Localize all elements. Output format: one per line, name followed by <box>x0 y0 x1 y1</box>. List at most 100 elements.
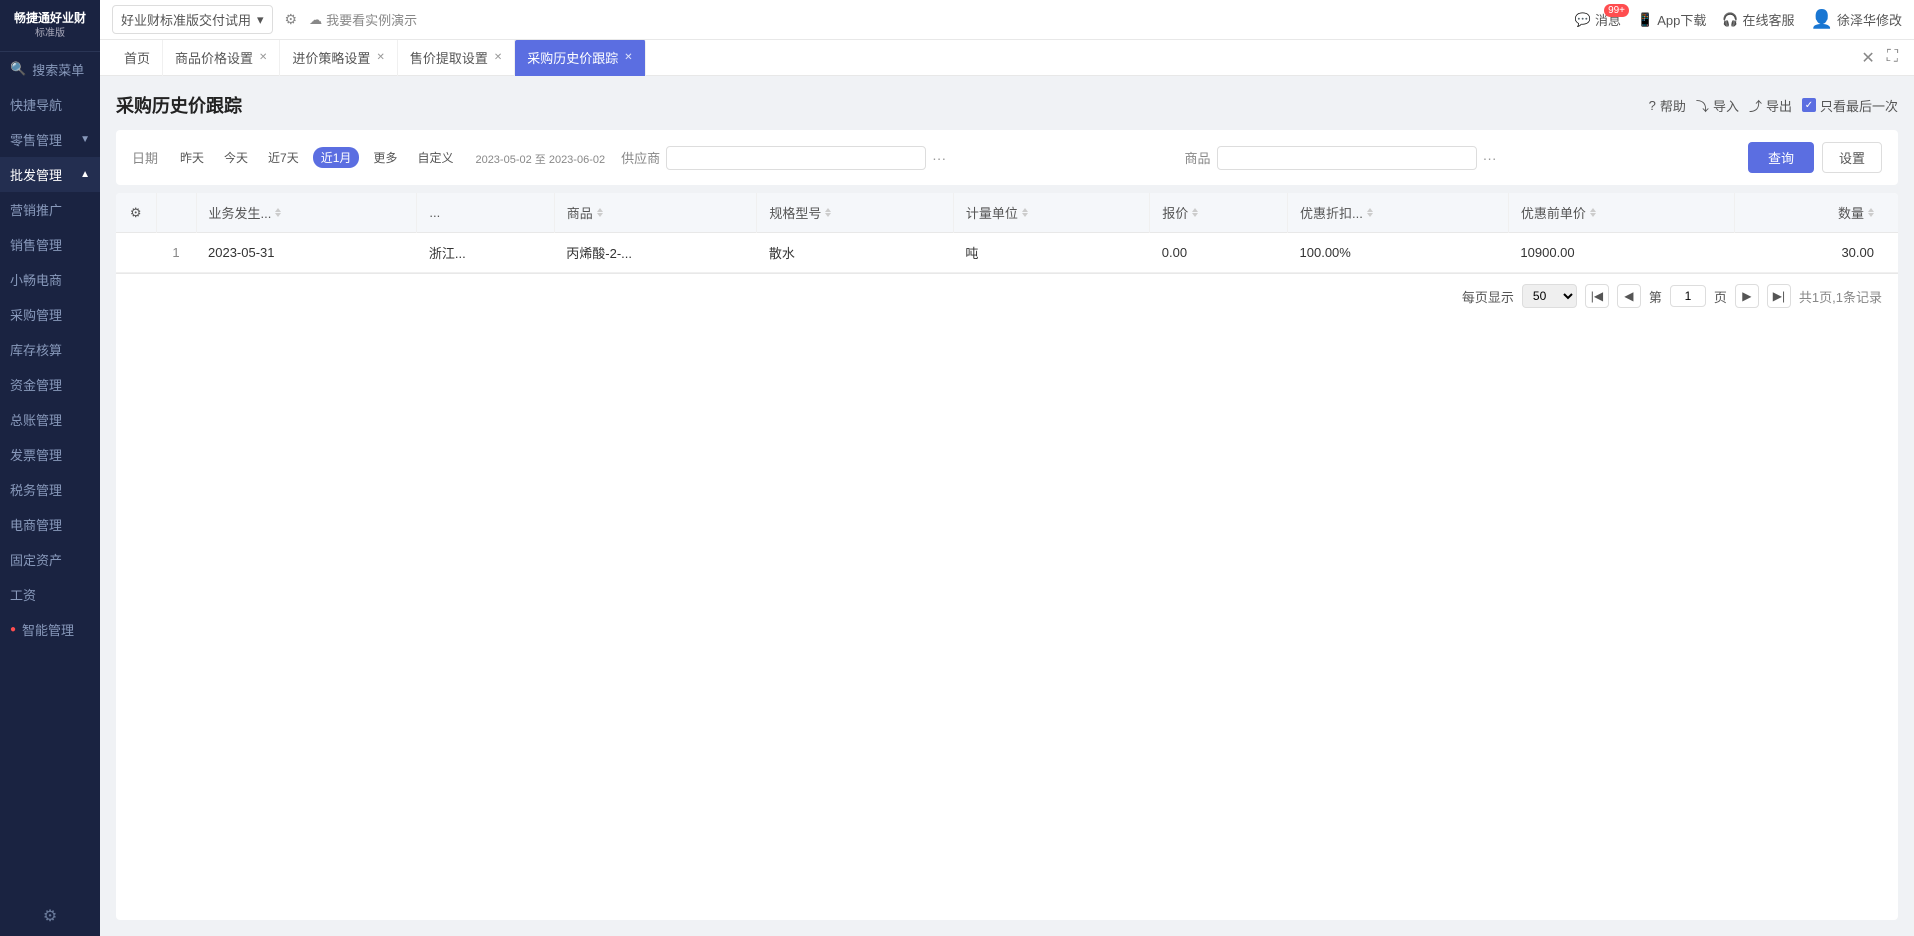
mobile-icon: 📱 <box>1637 12 1653 28</box>
settings-filter-button[interactable]: 设置 <box>1822 142 1882 173</box>
edition-label: 好业财标准版交付试用 <box>121 10 251 29</box>
date-options: 昨天 今天 近7天 近1月 更多 自定义 <box>174 147 459 168</box>
gear-icon[interactable]: ⚙ <box>130 205 142 220</box>
page-first-button[interactable]: |◀ <box>1585 284 1609 308</box>
per-page-label: 每页显示 <box>1462 287 1514 306</box>
tab-history-price[interactable]: 采购历史价跟踪 ✕ <box>515 40 645 76</box>
maximize-tab-button[interactable]: ⛶ <box>1883 44 1902 72</box>
settings-icon[interactable]: ⚙ <box>43 906 57 926</box>
pagination-bar: 每页显示 50 10 20 100 |◀ ◀ 第 页 ▶ ▶| 共1页,1条记录 <box>116 273 1898 318</box>
tabbar: 首页 商品价格设置 ✕ 进价策略设置 ✕ 售价提取设置 ✕ 采购历史价跟踪 ✕ … <box>100 40 1914 76</box>
sidebar-item-purchase[interactable]: 采购管理 <box>0 297 100 332</box>
col-quote[interactable]: 报价 <box>1150 193 1288 233</box>
app-download-button[interactable]: 📱 App下载 <box>1637 10 1706 29</box>
query-button[interactable]: 查询 <box>1748 142 1814 173</box>
date-opt-more[interactable]: 更多 <box>367 147 403 168</box>
filter-bar: 日期 昨天 今天 近7天 近1月 更多 自定义 2023-05-02 至 202… <box>116 130 1898 185</box>
sidebar-item-sales[interactable]: 销售管理 <box>0 227 100 262</box>
supplier-input[interactable] <box>666 146 926 170</box>
tabbar-actions: ✕ ⛶ <box>1857 44 1902 72</box>
table-header-row: ⚙ 业务发生... ... <box>116 193 1898 233</box>
tab-price[interactable]: 商品价格设置 ✕ <box>163 40 280 76</box>
sidebar-item-wholesale[interactable]: 批发管理 ▲ <box>0 157 100 192</box>
search-menu-button[interactable]: 🔍 搜索菜单 <box>0 52 100 87</box>
sidebar-item-inventory[interactable]: 库存核算 <box>0 332 100 367</box>
sidebar-item-ledger[interactable]: 总账管理 <box>0 402 100 437</box>
date-opt-today[interactable]: 今天 <box>218 147 254 168</box>
sort-price-icon <box>1590 208 1596 217</box>
user-label: 徐泽华修改 <box>1837 10 1902 29</box>
dot-icon: ● <box>10 624 16 635</box>
tab-close-price[interactable]: ✕ <box>259 52 267 63</box>
edition-selector[interactable]: 好业财标准版交付试用 ▾ <box>112 5 273 34</box>
product-label: 商品 <box>1185 148 1211 167</box>
sidebar-item-marketing[interactable]: 营销推广 <box>0 192 100 227</box>
col-qty[interactable]: 数量 <box>1734 193 1898 233</box>
sidebar-item-assets[interactable]: 固定资产 <box>0 542 100 577</box>
row-no: 1 <box>156 233 196 273</box>
product-input[interactable] <box>1217 146 1477 170</box>
demo-button[interactable]: ☁ 我要看实例演示 <box>309 10 417 29</box>
only-last-checkbox-label[interactable]: ✓ 只看最后一次 <box>1802 96 1898 115</box>
topbar-settings-button[interactable]: ⚙ <box>285 11 298 28</box>
page-number-input[interactable] <box>1670 285 1706 307</box>
col-product[interactable]: 商品 <box>554 193 757 233</box>
sidebar-item-finance[interactable]: 资金管理 <box>0 367 100 402</box>
per-page-select[interactable]: 50 10 20 100 <box>1522 284 1577 308</box>
message-icon: 💬 <box>1575 12 1591 28</box>
quick-nav-item[interactable]: 快捷导航 <box>0 87 100 122</box>
sort-spec-icon <box>825 208 831 217</box>
user-avatar: 👤 <box>1811 9 1833 30</box>
supplier-filter-field: 供应商 ··· <box>621 146 1168 170</box>
export-button[interactable]: ⤴ 导出 <box>1749 96 1792 115</box>
user-menu-button[interactable]: 👤 徐泽华修改 <box>1811 9 1902 30</box>
sidebar-item-tax[interactable]: 税务管理 <box>0 472 100 507</box>
col-discount[interactable]: 优惠折扣... <box>1288 193 1509 233</box>
product-more-icon[interactable]: ··· <box>1483 150 1497 166</box>
tab-close-purchase-strategy[interactable]: ✕ <box>376 52 384 63</box>
col-more[interactable]: ... <box>417 193 554 233</box>
page-prev-button[interactable]: ◀ <box>1617 284 1641 308</box>
sidebar-item-ecom[interactable]: 电商管理 <box>0 507 100 542</box>
col-date[interactable]: 业务发生... <box>196 193 417 233</box>
page-unit: 页 <box>1714 287 1727 306</box>
date-opt-1month[interactable]: 近1月 <box>313 147 360 168</box>
close-tab-button[interactable]: ✕ <box>1857 44 1878 72</box>
tab-purchase-strategy[interactable]: 进价策略设置 ✕ <box>280 40 397 76</box>
message-button[interactable]: 💬 消息 99+ <box>1575 10 1621 29</box>
topbar-right: 💬 消息 99+ 📱 App下载 🎧 在线客服 👤 徐泽华修改 <box>1575 9 1902 30</box>
col-unit[interactable]: 计量单位 <box>953 193 1149 233</box>
table-body: 1 2023-05-31 浙江... 丙烯酸-2-... 散水 吨 0.00 1… <box>116 233 1898 273</box>
sidebar-item-invoice[interactable]: 发票管理 <box>0 437 100 472</box>
search-icon: 🔍 <box>10 61 26 77</box>
date-opt-custom[interactable]: 自定义 <box>411 147 459 168</box>
date-opt-7days[interactable]: 近7天 <box>262 147 305 168</box>
sidebar-item-retail[interactable]: 零售管理 ▼ <box>0 122 100 157</box>
sidebar-item-ecom-small[interactable]: 小畅电商 <box>0 262 100 297</box>
main-area: 好业财标准版交付试用 ▾ ⚙ ☁ 我要看实例演示 💬 消息 99+ 📱 App下… <box>100 0 1914 936</box>
sidebar-bottom: ⚙ <box>0 896 100 936</box>
filter-actions: 查询 设置 <box>1748 142 1882 173</box>
filter-row-1: 日期 昨天 今天 近7天 近1月 更多 自定义 2023-05-02 至 202… <box>132 142 1882 173</box>
page-next-button[interactable]: ▶ <box>1735 284 1759 308</box>
service-button[interactable]: 🎧 在线客服 <box>1722 10 1794 29</box>
col-price[interactable]: 优惠前单价 <box>1508 193 1734 233</box>
only-last-checkbox[interactable]: ✓ <box>1802 98 1816 112</box>
row-quote: 0.00 <box>1150 233 1288 273</box>
tab-close-history-price[interactable]: ✕ <box>624 52 632 63</box>
sidebar-item-salary[interactable]: 工资 <box>0 577 100 612</box>
help-button[interactable]: ? 帮助 <box>1649 96 1686 115</box>
page-last-button[interactable]: ▶| <box>1767 284 1791 308</box>
import-button[interactable]: ⤵ 导入 <box>1696 96 1739 115</box>
tab-sale-price[interactable]: 售价提取设置 ✕ <box>398 40 515 76</box>
sidebar-item-smart[interactable]: ● 智能管理 <box>0 612 100 647</box>
tab-home[interactable]: 首页 <box>112 40 163 76</box>
chevron-down-icon: ▾ <box>257 12 264 28</box>
col-spec[interactable]: 规格型号 <box>757 193 953 233</box>
date-opt-yesterday[interactable]: 昨天 <box>174 147 210 168</box>
date-range: 2023-05-02 至 2023-06-02 <box>475 151 605 167</box>
sidebar: 畅捷通好业财 标准版 🔍 搜索菜单 快捷导航 零售管理 ▼ 批发管理 ▲ 营销推… <box>0 0 100 936</box>
date-label: 日期 <box>132 148 158 167</box>
supplier-more-icon[interactable]: ··· <box>932 150 946 166</box>
tab-close-sale-price[interactable]: ✕ <box>494 52 502 63</box>
